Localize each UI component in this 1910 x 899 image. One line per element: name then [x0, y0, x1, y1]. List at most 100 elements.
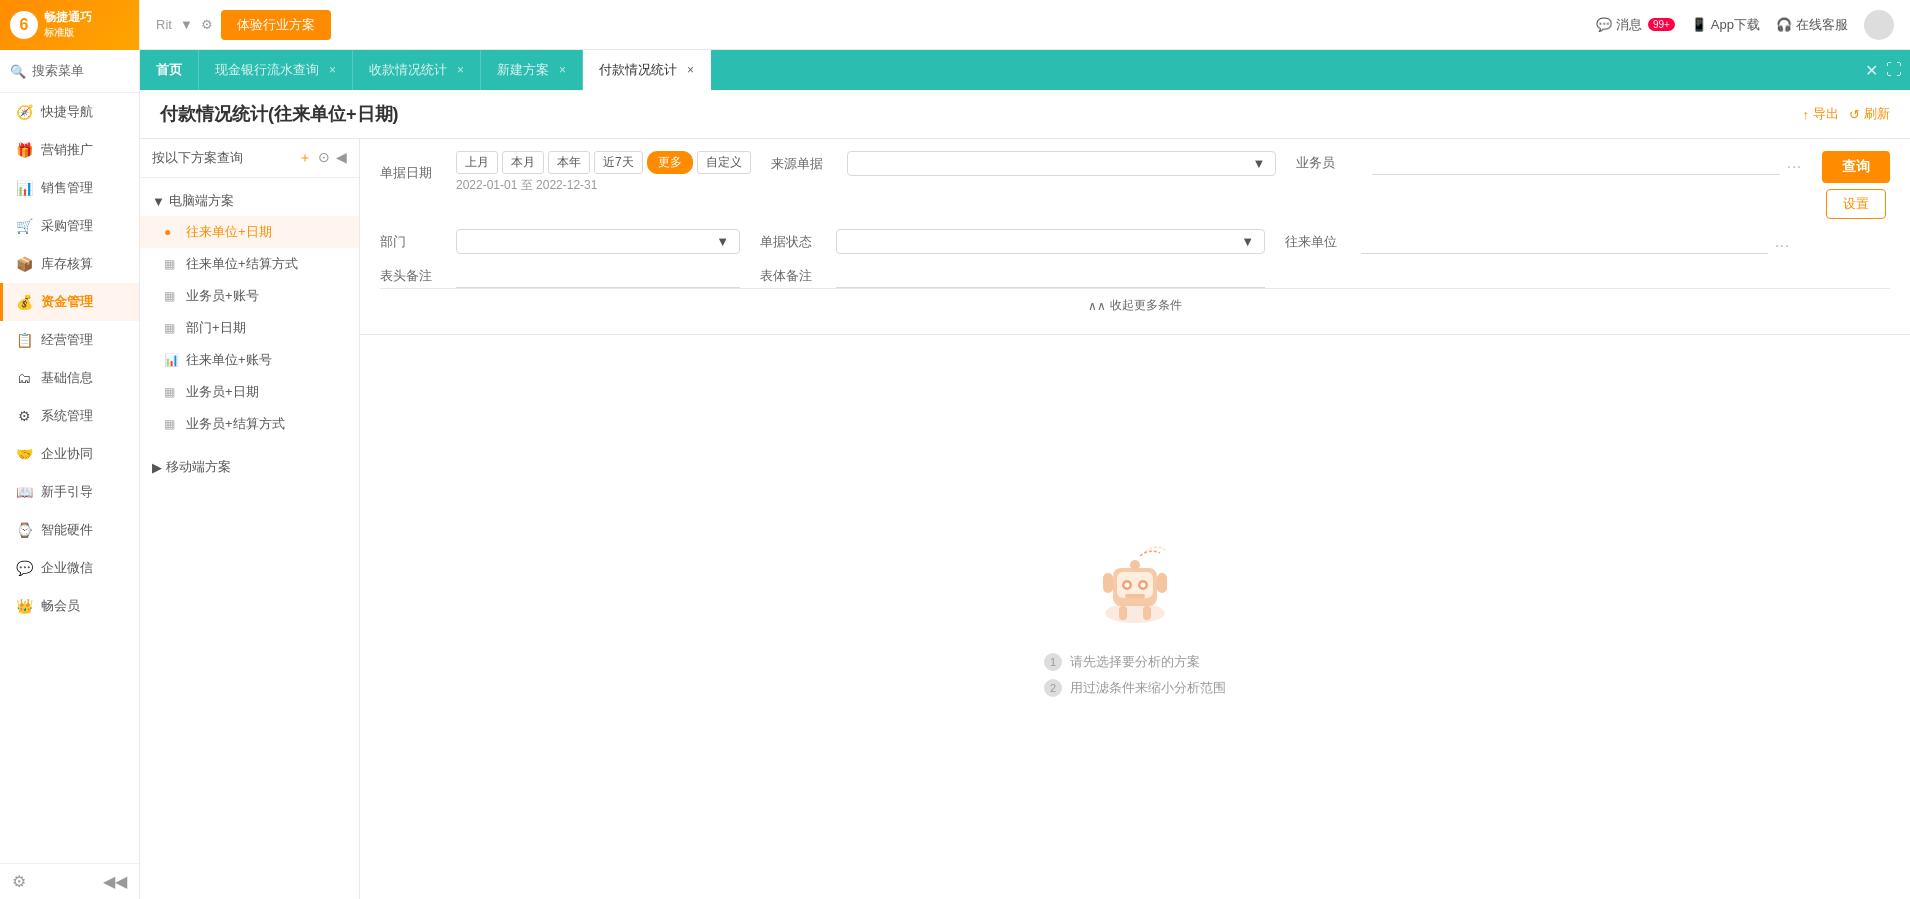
- tree-item-unit-account[interactable]: 📊 往来单位+账号: [140, 344, 359, 376]
- tab-payment-stats[interactable]: 付款情况统计 ×: [583, 50, 711, 90]
- online-service-button[interactable]: 🎧 在线客服: [1776, 16, 1848, 34]
- date-btn-this-year[interactable]: 本年: [548, 151, 590, 174]
- tab-new-scheme[interactable]: 新建方案 ×: [481, 50, 583, 90]
- sidebar-item-label: 系统管理: [41, 407, 93, 425]
- svg-rect-11: [1119, 606, 1127, 620]
- app-icon: 📱: [1691, 17, 1707, 32]
- setting-button[interactable]: 设置: [1826, 189, 1886, 219]
- tabbar-actions: ✕ ⛶: [1857, 50, 1910, 90]
- empty-tip-2: 2 用过滤条件来缩小分析范围: [1044, 679, 1226, 697]
- doc-status-select[interactable]: ▼: [836, 229, 1265, 254]
- tree-item-label: 往来单位+日期: [186, 223, 272, 241]
- tab-bank-flow-close[interactable]: ×: [329, 63, 336, 77]
- sidebar-item-quick-nav[interactable]: 🧭 快捷导航: [0, 93, 139, 131]
- tab-payment-stats-close[interactable]: ×: [687, 63, 694, 77]
- tree-item-staff-date[interactable]: ▦ 业务员+日期: [140, 376, 359, 408]
- search-menu-button[interactable]: 🔍 搜索菜单: [10, 58, 129, 84]
- tab-bank-flow[interactable]: 现金银行流水查询 ×: [199, 50, 353, 90]
- collapse-up-icon: ∧∧: [1088, 299, 1106, 313]
- mobile-section-toggle[interactable]: ▶ 移动端方案: [140, 452, 359, 482]
- logo-text: 畅捷通巧: [44, 10, 92, 26]
- tip-text-1: 请先选择要分析的方案: [1070, 653, 1200, 671]
- pc-section-toggle[interactable]: ▼ 电脑端方案: [140, 186, 359, 216]
- sidebar-item-label: 经营管理: [41, 331, 93, 349]
- sidebar-item-label: 营销推广: [41, 141, 93, 159]
- topbar-settings-icon[interactable]: ⚙: [201, 17, 213, 32]
- basic-icon: 🗂: [15, 369, 33, 387]
- sidebar-item-wechat[interactable]: 💬 企业微信: [0, 549, 139, 587]
- svg-rect-10: [1157, 573, 1167, 593]
- settings-gear-icon[interactable]: ⚙: [12, 872, 26, 891]
- sidebar-bottom: ⚙ ◀◀: [0, 863, 139, 899]
- date-btn-custom[interactable]: 自定义: [697, 151, 751, 174]
- sidebar-item-sales[interactable]: 📊 销售管理: [0, 169, 139, 207]
- collapse-panel-icon[interactable]: ◀: [336, 149, 347, 167]
- tree-item-label: 业务员+账号: [186, 287, 259, 305]
- staff-more-icon[interactable]: …: [1786, 154, 1802, 172]
- tab-expand-icon[interactable]: ⛶: [1886, 61, 1902, 79]
- user-avatar[interactable]: [1864, 10, 1894, 40]
- main-area: Rit ▼ ⚙ 体验行业方案 💬 消息 99+ 📱 App下载 🎧 在线客服: [140, 0, 1910, 899]
- partner-more-icon[interactable]: …: [1774, 233, 1790, 251]
- sidebar-item-purchase[interactable]: 🛒 采购管理: [0, 207, 139, 245]
- partner-input[interactable]: [1361, 230, 1768, 254]
- tab-home[interactable]: 首页: [140, 50, 199, 90]
- sidebar-item-operation[interactable]: 📋 经营管理: [0, 321, 139, 359]
- sidebar-item-label: 企业微信: [41, 559, 93, 577]
- tip-text-2: 用过滤条件来缩小分析范围: [1070, 679, 1226, 697]
- tab-close-all-icon[interactable]: ✕: [1865, 61, 1878, 80]
- export-icon: ↑: [1803, 107, 1810, 122]
- svg-point-5: [1125, 582, 1130, 587]
- svg-rect-8: [1130, 560, 1140, 570]
- message-button[interactable]: 💬 消息 99+: [1596, 16, 1675, 34]
- tab-receipt-stats-close[interactable]: ×: [457, 63, 464, 77]
- sidebar-item-guide[interactable]: 📖 新手引导: [0, 473, 139, 511]
- sidebar-item-label: 资金管理: [41, 293, 93, 311]
- sidebar-item-system[interactable]: ⚙ 系统管理: [0, 397, 139, 435]
- app-logo: 6 畅捷通巧 标准版: [0, 0, 139, 50]
- collapse-filter-button[interactable]: ∧∧ 收起更多条件: [380, 288, 1890, 322]
- body-note-input[interactable]: [836, 264, 1265, 288]
- settings-scheme-icon[interactable]: ⊙: [318, 149, 330, 167]
- date-btn-last-month[interactable]: 上月: [456, 151, 498, 174]
- tree-item-unit-settle[interactable]: ▦ 往来单位+结算方式: [140, 248, 359, 280]
- collapse-sidebar-icon[interactable]: ◀◀: [103, 872, 127, 891]
- doc-status-label: 单据状态: [760, 233, 830, 251]
- tab-receipt-stats[interactable]: 收款情况统计 ×: [353, 50, 481, 90]
- sidebar-item-label: 智能硬件: [41, 521, 93, 539]
- add-scheme-icon[interactable]: ＋: [298, 149, 312, 167]
- date-btn-this-month[interactable]: 本月: [502, 151, 544, 174]
- header-note-input[interactable]: [456, 264, 740, 288]
- dept-select[interactable]: ▼: [456, 229, 740, 254]
- sidebar-item-finance[interactable]: 💰 资金管理: [0, 283, 139, 321]
- date-btn-more[interactable]: 更多: [647, 151, 693, 174]
- search-icon: 🔍: [10, 64, 26, 79]
- sidebar-item-vip[interactable]: 👑 畅会员: [0, 587, 139, 625]
- tab-new-scheme-close[interactable]: ×: [559, 63, 566, 77]
- sidebar-item-hardware[interactable]: ⌚ 智能硬件: [0, 511, 139, 549]
- export-button[interactable]: ↑ 导出: [1803, 105, 1840, 123]
- mobile-section-label: 移动端方案: [166, 458, 231, 476]
- refresh-label: 刷新: [1864, 105, 1890, 123]
- refresh-button[interactable]: ↺ 刷新: [1849, 105, 1890, 123]
- app-download-button[interactable]: 📱 App下载: [1691, 16, 1760, 34]
- service-icon: 🎧: [1776, 17, 1792, 32]
- sidebar-item-marketing[interactable]: 🎁 营销推广: [0, 131, 139, 169]
- sidebar-item-inventory[interactable]: 📦 库存核算: [0, 245, 139, 283]
- tree-item-staff-settle[interactable]: ▦ 业务员+结算方式: [140, 408, 359, 440]
- staff-label: 业务员: [1296, 154, 1366, 172]
- query-button[interactable]: 查询: [1822, 151, 1890, 183]
- sidebar-item-cooperation[interactable]: 🤝 企业协同: [0, 435, 139, 473]
- unit-settle-icon: ▦: [164, 257, 180, 271]
- sidebar-item-basic[interactable]: 🗂 基础信息: [0, 359, 139, 397]
- topbar-left: Rit ▼ ⚙ 体验行业方案: [156, 10, 1586, 40]
- date-btn-7days[interactable]: 近7天: [594, 151, 643, 174]
- logo-icon: 6: [10, 11, 38, 39]
- staff-input[interactable]: [1372, 151, 1780, 175]
- tree-item-unit-date[interactable]: ● 往来单位+日期: [140, 216, 359, 248]
- trial-button[interactable]: 体验行业方案: [221, 10, 331, 40]
- tree-item-dept-date[interactable]: ▦ 部门+日期: [140, 312, 359, 344]
- topbar-right: 💬 消息 99+ 📱 App下载 🎧 在线客服: [1596, 10, 1894, 40]
- tree-item-staff-account[interactable]: ▦ 业务员+账号: [140, 280, 359, 312]
- source-doc-select[interactable]: ▼: [847, 151, 1277, 176]
